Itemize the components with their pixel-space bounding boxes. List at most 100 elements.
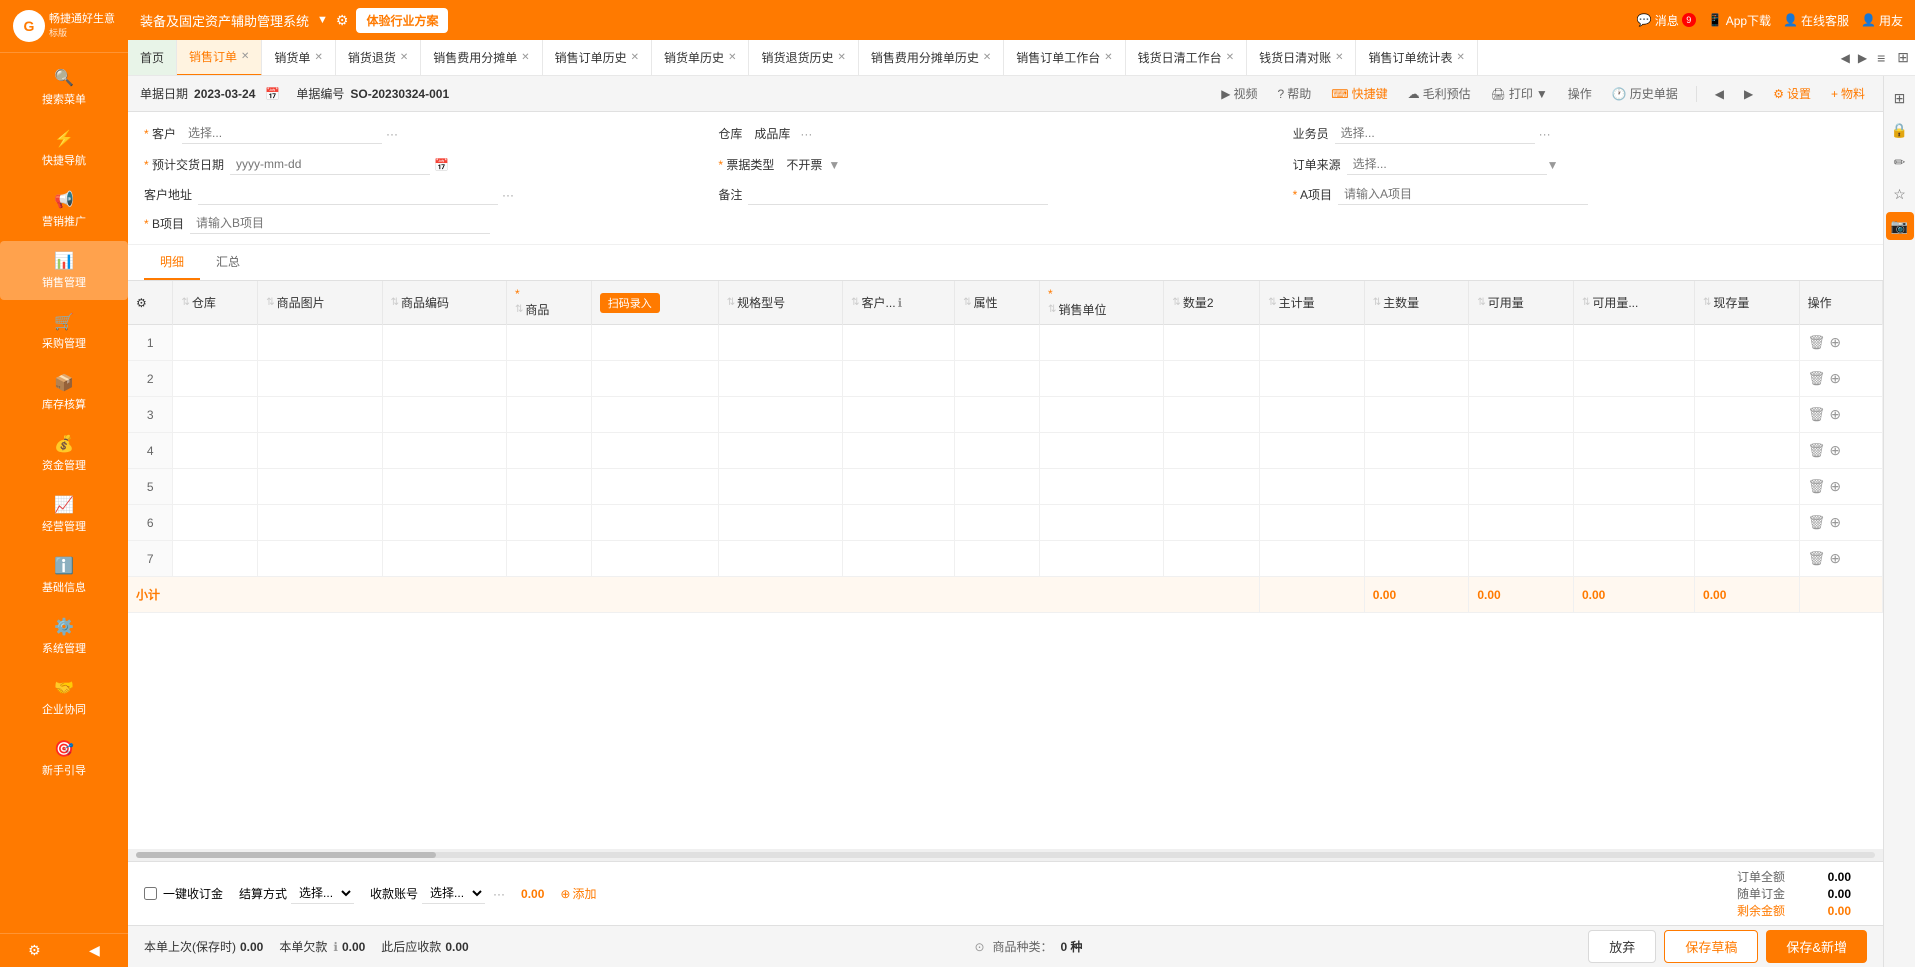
print-btn[interactable]: 🖨 打印 ▼ [1485, 83, 1554, 104]
b-project-input[interactable] [190, 213, 490, 234]
history-btn[interactable]: 🕐 历史单据 [1606, 83, 1684, 104]
invoice-type-dropdown[interactable]: ▼ [828, 158, 840, 172]
tabs-menu-icon[interactable]: ≡ [1871, 50, 1891, 66]
solution-button[interactable]: 体验行业方案 [356, 8, 448, 33]
sidebar-item-sales[interactable]: 📊 销售管理 [0, 241, 128, 300]
remark-input[interactable] [748, 184, 1048, 205]
tab-expense-history[interactable]: 销售费用分摊单历史 ✕ [859, 40, 1004, 76]
delivery-date-input[interactable] [230, 154, 430, 175]
right-panel-star-btn[interactable]: ☆ [1886, 180, 1914, 208]
collapse-icon[interactable]: ◀ [89, 942, 100, 959]
tabs-fullscreen-icon[interactable]: ⊞ [1891, 49, 1915, 66]
row-spec[interactable] [718, 325, 842, 361]
save-draft-button[interactable]: 保存草稿 [1664, 930, 1758, 963]
sidebar-item-finance[interactable]: 💰 资金管理 [0, 424, 128, 483]
sidebar-item-quicknav[interactable]: ⚡ 快捷导航 [0, 119, 128, 178]
row-attribute[interactable] [955, 325, 1040, 361]
row-code[interactable] [382, 325, 506, 361]
row-copy-icon[interactable]: ⊕ [1829, 406, 1841, 423]
nav-next-btn[interactable]: ▶ [1738, 85, 1759, 103]
tab-close-icon[interactable]: ✕ [521, 52, 529, 63]
tab-sales-workbench[interactable]: 销售订单工作台 ✕ [1004, 40, 1125, 76]
staff-more-icon[interactable]: ··· [1539, 127, 1551, 141]
tabs-next-icon[interactable]: ▶ [1854, 51, 1871, 65]
warehouse-more-icon[interactable]: ··· [800, 127, 812, 141]
account-select[interactable]: 选择... [422, 883, 485, 904]
tab-close-icon[interactable]: ✕ [837, 52, 845, 63]
row-delete-icon[interactable]: 🗑 [1808, 370, 1826, 387]
topbar-settings-icon[interactable]: ⚙ [336, 12, 349, 29]
row-main-unit[interactable] [1260, 325, 1365, 361]
print-dropdown-icon[interactable]: ▼ [1536, 87, 1548, 101]
tab-return-history[interactable]: 销货退货历史 ✕ [749, 40, 858, 76]
col-settings[interactable]: ⚙ [128, 281, 173, 325]
row-customer-code[interactable] [843, 325, 955, 361]
row-warehouse[interactable] [173, 325, 258, 361]
add-material-btn[interactable]: + 物料 [1825, 83, 1871, 104]
scrollbar-track[interactable] [136, 852, 1875, 858]
online-service-item[interactable]: 👤 在线客服 [1783, 12, 1849, 29]
tab-sales-order-history[interactable]: 销售订单历史 ✕ [543, 40, 652, 76]
operate-btn[interactable]: 操作 [1562, 83, 1598, 104]
payment-select[interactable]: 选择... [291, 883, 354, 904]
customer-more-icon[interactable]: ··· [386, 127, 398, 141]
tab-close-icon[interactable]: ✕ [1457, 52, 1465, 63]
row-delete-icon[interactable]: 🗑 [1808, 478, 1826, 495]
row-product[interactable] [507, 325, 592, 361]
sidebar-item-operations[interactable]: 📈 经营管理 [0, 485, 128, 544]
sidebar-item-basicinfo[interactable]: ℹ️ 基础信息 [0, 546, 128, 605]
row-delete-icon[interactable]: 🗑 [1808, 514, 1826, 531]
row-delete-icon[interactable]: 🗑 [1808, 550, 1826, 567]
nav-prev-btn[interactable]: ◀ [1709, 85, 1730, 103]
address-more-icon[interactable]: ··· [502, 188, 514, 202]
sidebar-item-system[interactable]: ⚙️ 系统管理 [0, 607, 128, 666]
tabs-prev-icon[interactable]: ◀ [1837, 51, 1854, 65]
scrollbar-thumb[interactable] [136, 852, 436, 858]
tab-close-icon[interactable]: ✕ [400, 52, 408, 63]
tab-close-icon[interactable]: ✕ [983, 52, 991, 63]
row-qty2[interactable] [1164, 325, 1260, 361]
settings-bottom-icon[interactable]: ⚙ [28, 942, 41, 959]
message-item[interactable]: 💬 消息 9 [1637, 12, 1696, 29]
sidebar-item-search[interactable]: 🔍 搜索菜单 [0, 58, 128, 117]
app-download-item[interactable]: 📱 App下载 [1708, 12, 1771, 29]
row-unit[interactable] [1040, 325, 1164, 361]
row-copy-icon[interactable]: ⊕ [1829, 550, 1841, 567]
row-delete-icon[interactable]: 🗑 [1808, 442, 1826, 459]
tab-close-icon[interactable]: ✕ [728, 52, 736, 63]
row-delete-icon[interactable]: 🗑 [1808, 334, 1826, 351]
profit-btn[interactable]: ☁ 毛利预估 [1402, 83, 1477, 104]
save-new-button[interactable]: 保存&新增 [1766, 930, 1867, 963]
shortcut-btn[interactable]: ⌨ 快捷键 [1325, 83, 1393, 104]
scan-button[interactable]: 扫码录入 [600, 293, 660, 313]
tab-sales-expense[interactable]: 销售费用分摊单 ✕ [421, 40, 542, 76]
delivery-calendar-icon[interactable]: 📅 [434, 158, 449, 172]
calendar-icon[interactable]: 📅 [265, 87, 280, 101]
row-delete-icon[interactable]: 🗑 [1808, 406, 1826, 423]
detail-tab-summary[interactable]: 汇总 [200, 245, 256, 280]
detail-tab-detail[interactable]: 明细 [144, 245, 200, 280]
user-item[interactable]: 👤 用友 [1861, 12, 1903, 29]
row-scan[interactable] [591, 325, 718, 361]
row-current[interactable] [1695, 325, 1800, 361]
row-copy-icon[interactable]: ⊕ [1829, 514, 1841, 531]
tab-cash-workbench[interactable]: 钱货日清工作台 ✕ [1126, 40, 1247, 76]
tab-sales-order[interactable]: 销售订单 ✕ [177, 40, 262, 76]
tab-home[interactable]: 首页 [128, 40, 177, 76]
row-copy-icon[interactable]: ⊕ [1829, 370, 1841, 387]
tab-close-icon[interactable]: ✕ [314, 52, 322, 63]
staff-input[interactable] [1335, 123, 1535, 144]
view-btn[interactable]: ▶ 视频 [1215, 83, 1263, 104]
customer-input[interactable] [182, 123, 382, 144]
sidebar-item-collab[interactable]: 🤝 企业协同 [0, 668, 128, 727]
sidebar-item-inventory[interactable]: 📦 库存核算 [0, 363, 128, 422]
right-panel-edit-btn[interactable]: ✏ [1886, 148, 1914, 176]
tab-sales-return[interactable]: 销货退货 ✕ [336, 40, 421, 76]
sidebar-item-marketing[interactable]: 📢 营销推广 [0, 180, 128, 239]
system-dropdown[interactable]: ▼ [317, 14, 328, 26]
order-source-input[interactable] [1347, 154, 1547, 175]
row-copy-icon[interactable]: ⊕ [1829, 478, 1841, 495]
row-available2[interactable] [1573, 325, 1694, 361]
order-source-dropdown[interactable]: ▼ [1547, 158, 1559, 172]
row-image[interactable] [258, 325, 382, 361]
